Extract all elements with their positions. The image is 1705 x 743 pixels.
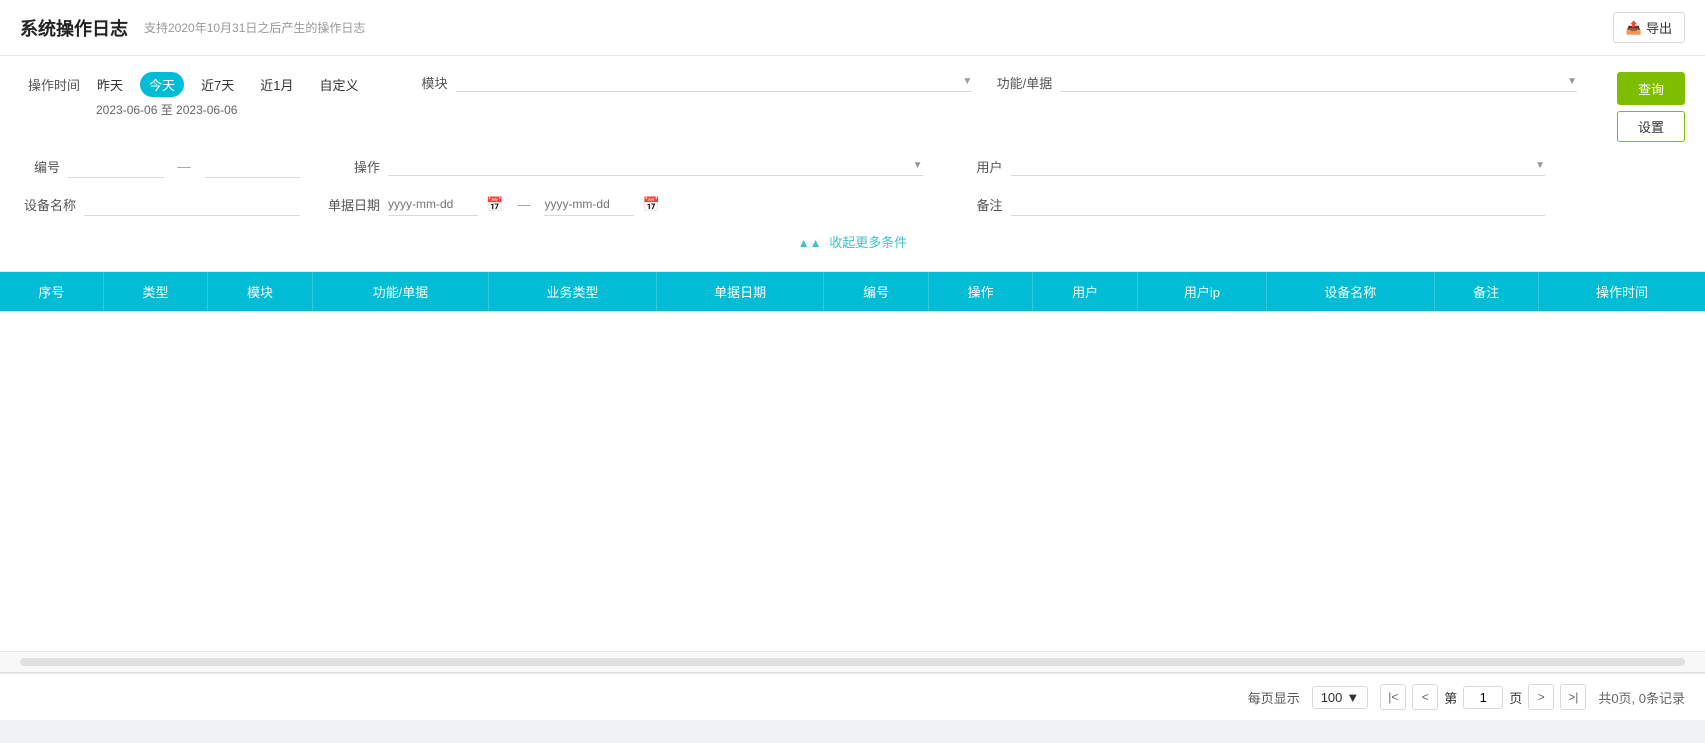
- page-next-btn[interactable]: >: [1528, 684, 1554, 710]
- collapse-label: 收起更多条件: [829, 235, 907, 250]
- user-dropdown-icon: ▼: [1535, 160, 1545, 171]
- time-range-text: 2023-06-06 至 2023-06-06: [96, 103, 237, 117]
- page-first-btn[interactable]: |<: [1380, 684, 1406, 710]
- device-filter: 设备名称: [20, 192, 300, 216]
- date-end-input[interactable]: [544, 193, 634, 216]
- device-label: 设备名称: [20, 195, 76, 214]
- device-input[interactable]: [84, 192, 300, 216]
- page-subtitle: 支持2020年10月31日之后产生的操作日志: [144, 19, 365, 36]
- col-operation: 操作: [928, 272, 1032, 311]
- code-input-start[interactable]: [68, 154, 164, 178]
- filter-section: 操作时间 昨天 今天 近7天 近1月 自定义 2023-06-06 至 2023…: [0, 56, 1705, 272]
- page-label: 第: [1444, 688, 1457, 707]
- page-input[interactable]: [1463, 686, 1503, 709]
- col-biz-type: 业务类型: [489, 272, 657, 311]
- data-table: 序号 类型 模块 功能/单据 业务类型 单据日期 编号 操作 用户 用户ip 设…: [0, 272, 1705, 311]
- page-title: 系统操作日志: [20, 15, 128, 41]
- function-filter: 功能/单据 ▼: [992, 72, 1577, 92]
- code-separator: —: [178, 159, 191, 174]
- operation-filter: 操作 ▼: [320, 156, 923, 176]
- col-device: 设备名称: [1266, 272, 1434, 311]
- user-label: 用户: [943, 157, 1003, 176]
- module-dropdown-icon: ▼: [962, 76, 972, 87]
- empty-area: [0, 311, 1705, 651]
- col-function: 功能/单据: [312, 272, 488, 311]
- user-filter: 用户 ▼: [943, 156, 1546, 176]
- export-label: 导出: [1646, 18, 1672, 37]
- export-icon: 📤: [1626, 20, 1642, 36]
- page-header: 系统操作日志 支持2020年10月31日之后产生的操作日志 📤 导出: [0, 0, 1705, 56]
- voucher-date-filter: 单据日期 📅 — 📅: [320, 193, 923, 216]
- collapse-icon: ▲▲: [798, 236, 822, 250]
- col-type: 类型: [103, 272, 207, 311]
- table-header: 序号 类型 模块 功能/单据 业务类型 单据日期 编号 操作 用户 用户ip 设…: [0, 272, 1705, 311]
- total-info: 共0页, 0条记录: [1598, 688, 1685, 707]
- footer-bar: 每页显示 100 ▼ |< < 第 页 > >| 共0页, 0条记录: [0, 673, 1705, 720]
- function-label: 功能/单据: [992, 73, 1052, 92]
- col-user-ip: 用户ip: [1137, 272, 1266, 311]
- page-unit: 页: [1509, 688, 1522, 707]
- module-label: 模块: [388, 73, 448, 92]
- code-label: 编号: [20, 157, 60, 176]
- page-last-btn[interactable]: >|: [1560, 684, 1586, 710]
- col-user: 用户: [1033, 272, 1137, 311]
- time-btn-today[interactable]: 今天: [140, 72, 184, 97]
- operation-select[interactable]: ▼: [388, 156, 923, 176]
- time-filter-label: 操作时间: [20, 75, 80, 94]
- table-section: 序号 类型 模块 功能/单据 业务类型 单据日期 编号 操作 用户 用户ip 设…: [0, 272, 1705, 652]
- calendar-start-icon[interactable]: 📅: [486, 196, 503, 213]
- function-dropdown-icon: ▼: [1567, 76, 1577, 87]
- user-select[interactable]: ▼: [1011, 156, 1546, 176]
- pagination-controls: |< < 第 页 > >|: [1380, 684, 1586, 710]
- remark-input[interactable]: [1011, 192, 1546, 216]
- time-btn-custom[interactable]: 自定义: [311, 72, 368, 97]
- per-page-value: 100: [1321, 690, 1343, 705]
- operation-label: 操作: [320, 157, 380, 176]
- time-btn-yesterday[interactable]: 昨天: [88, 72, 132, 97]
- calendar-end-icon[interactable]: 📅: [642, 196, 659, 213]
- export-button[interactable]: 📤 导出: [1613, 12, 1685, 43]
- per-page-select[interactable]: 100 ▼: [1312, 686, 1369, 709]
- date-separator: —: [517, 197, 530, 212]
- collapse-bar[interactable]: ▲▲ 收起更多条件: [20, 226, 1685, 261]
- col-seq: 序号: [0, 272, 103, 311]
- col-voucher-date: 单据日期: [656, 272, 824, 311]
- col-op-time: 操作时间: [1539, 272, 1705, 311]
- time-options: 昨天 今天 近7天 近1月 自定义: [88, 72, 368, 97]
- remark-filter: 备注: [943, 192, 1546, 216]
- operation-dropdown-icon: ▼: [913, 160, 923, 171]
- action-buttons: 查询 设置: [1617, 72, 1685, 142]
- col-remark: 备注: [1434, 272, 1538, 311]
- per-page-dropdown-icon: ▼: [1346, 690, 1359, 705]
- time-btn-7days[interactable]: 近7天: [192, 72, 243, 97]
- module-filter: 模块 ▼: [388, 72, 973, 92]
- settings-button[interactable]: 设置: [1617, 111, 1685, 142]
- date-start-input[interactable]: [388, 193, 478, 216]
- table-header-row: 序号 类型 模块 功能/单据 业务类型 单据日期 编号 操作 用户 用户ip 设…: [0, 272, 1705, 311]
- per-page-label: 每页显示: [1248, 688, 1300, 707]
- function-select[interactable]: ▼: [1060, 72, 1577, 92]
- page-prev-btn[interactable]: <: [1412, 684, 1438, 710]
- horizontal-scrollbar[interactable]: [20, 658, 1685, 666]
- voucher-date-label: 单据日期: [320, 195, 380, 214]
- code-input-end[interactable]: [205, 154, 301, 178]
- time-btn-1month[interactable]: 近1月: [251, 72, 302, 97]
- code-filter: 编号 —: [20, 154, 300, 178]
- col-code: 编号: [824, 272, 928, 311]
- remark-label: 备注: [943, 195, 1003, 214]
- col-module: 模块: [208, 272, 312, 311]
- module-select[interactable]: ▼: [456, 72, 973, 92]
- query-button[interactable]: 查询: [1617, 72, 1685, 105]
